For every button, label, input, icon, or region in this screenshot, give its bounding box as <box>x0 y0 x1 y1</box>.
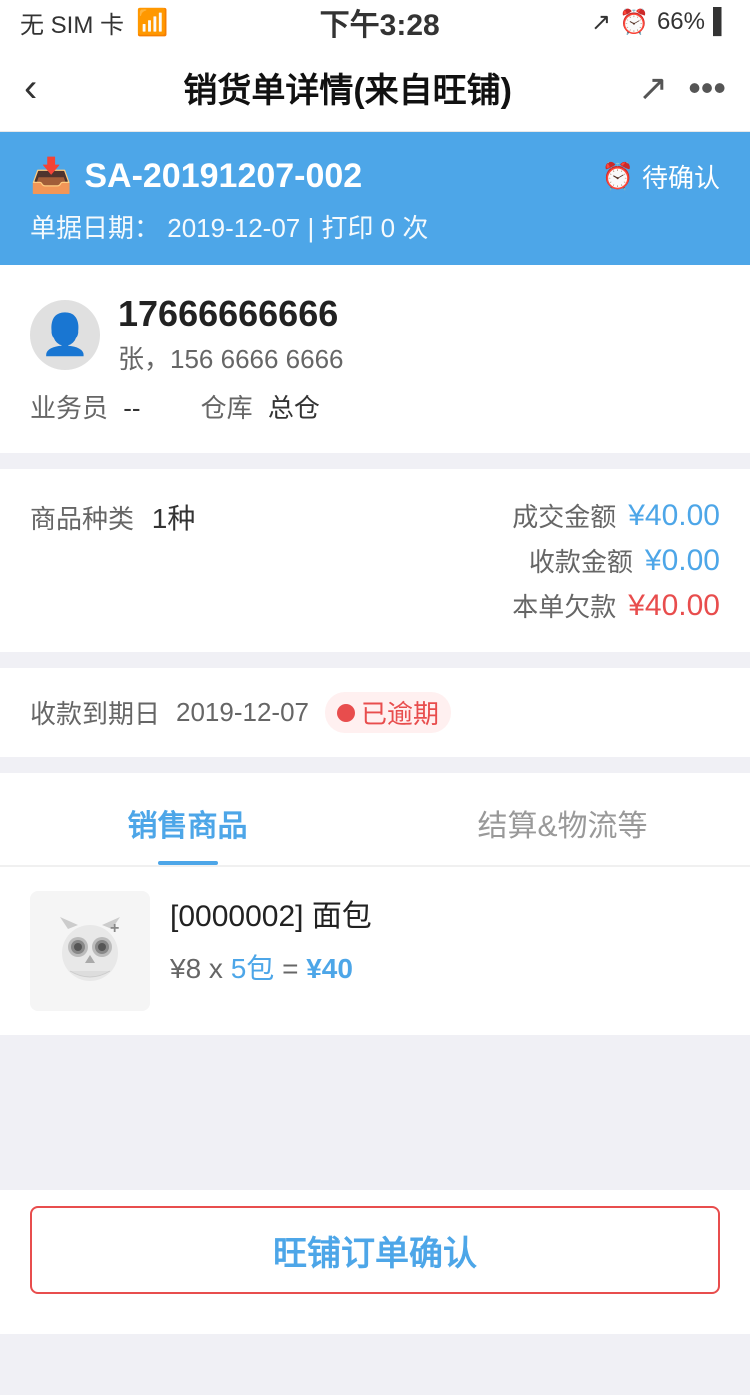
summary-right: 成交金额 ¥40.00 收款金额 ¥0.00 本单欠款 ¥40.00 <box>512 497 720 624</box>
no-sim-label: 无 SIM 卡 <box>20 5 124 40</box>
product-code: [0000002] <box>170 900 303 933</box>
customer-section: 👤 17666666666 张，156 6666 6666 业务员 -- 仓库 … <box>0 265 750 453</box>
customer-info: 17666666666 张，156 6666 6666 <box>118 293 344 376</box>
product-type-row: 商品种类 1种 <box>30 497 195 537</box>
salesperson-label: 业务员 <box>30 393 108 423</box>
order-date-value: 2019-12-07 <box>167 213 300 243</box>
customer-phone: 17666666666 <box>118 293 344 335</box>
product-equals: = <box>282 953 306 984</box>
summary-section: 商品种类 1种 成交金额 ¥40.00 收款金额 ¥0.00 本单欠款 ¥40.… <box>0 469 750 652</box>
customer-name: 张，156 6666 6666 <box>118 339 344 376</box>
salesperson-value: -- <box>123 393 140 423</box>
wifi-icon: 📶 <box>136 7 168 38</box>
product-thumbnail: + <box>30 891 150 1011</box>
received-value: ¥0.00 <box>645 544 720 578</box>
more-button[interactable]: ••• <box>688 67 726 109</box>
order-icon: 📥 <box>30 156 72 196</box>
product-name: [0000002] 面包 <box>170 891 720 935</box>
product-section: + [0000002] 面包 ¥8 x 5包 = ¥40 <box>0 867 750 1035</box>
product-type-value: 1种 <box>152 503 196 534</box>
svg-text:+: + <box>110 920 119 937</box>
warehouse-label: 仓库 <box>201 393 253 423</box>
battery-label: 66% <box>657 8 705 36</box>
bottom-bar: 旺铺订单确认 <box>0 1190 750 1334</box>
order-print-info: | 打印 0 次 <box>307 213 428 243</box>
owed-label: 本单欠款 <box>512 587 616 624</box>
order-status: ⏰ 待确认 <box>602 158 720 195</box>
product-total: ¥40 <box>306 953 353 984</box>
product-price-prefix: ¥8 x <box>170 953 231 984</box>
avatar-icon: 👤 <box>40 311 90 358</box>
avatar: 👤 <box>30 300 100 370</box>
overdue-dot-icon <box>337 704 355 722</box>
tab-settlement-logistics[interactable]: 结算&物流等 <box>375 773 750 865</box>
warehouse-item: 仓库 总仓 <box>201 388 320 425</box>
summary-left: 商品种类 1种 <box>30 497 195 537</box>
order-status-text: 待确认 <box>642 158 720 195</box>
received-label: 收款金额 <box>529 542 633 579</box>
amount-row: 成交金额 ¥40.00 <box>512 497 720 534</box>
due-date-value: 2019-12-07 <box>176 697 309 728</box>
order-id-text: SA-20191207-002 <box>84 157 362 196</box>
order-header-top: 📥 SA-20191207-002 ⏰ 待确认 <box>30 156 720 196</box>
status-right: ↗ ⏰ 66% ▌ <box>591 8 730 37</box>
amount-value: ¥40.00 <box>628 499 720 533</box>
customer-row: 👤 17666666666 张，156 6666 6666 <box>30 293 720 376</box>
confirm-order-button[interactable]: 旺铺订单确认 <box>30 1206 720 1294</box>
amount-label: 成交金额 <box>512 497 616 534</box>
salesperson-item: 业务员 -- <box>30 388 141 425</box>
order-date-row: 单据日期： 2019-12-07 | 打印 0 次 <box>30 208 720 245</box>
battery-icon: ▌ <box>713 8 730 36</box>
order-id: 📥 SA-20191207-002 <box>30 156 362 196</box>
tab-sales-products[interactable]: 销售商品 <box>0 773 375 865</box>
status-bar: 无 SIM 卡 📶 下午3:28 ↗ ⏰ 66% ▌ <box>0 0 750 44</box>
order-header-card: 📥 SA-20191207-002 ⏰ 待确认 单据日期： 2019-12-07… <box>0 132 750 265</box>
customer-meta: 业务员 -- 仓库 总仓 <box>30 388 720 425</box>
share-button[interactable]: ↗︎ <box>638 67 668 109</box>
received-row: 收款金额 ¥0.00 <box>529 542 720 579</box>
page-title: 销货单详情(来自旺铺) <box>57 63 638 112</box>
tabs-section: 销售商品 结算&物流等 <box>0 773 750 867</box>
owed-value: ¥40.00 <box>628 589 720 623</box>
nav-actions: ↗︎ ••• <box>638 67 726 109</box>
overdue-text: 已逾期 <box>361 694 439 731</box>
back-button[interactable]: ‹ <box>24 68 37 108</box>
due-section: 收款到期日 2019-12-07 已逾期 <box>0 668 750 757</box>
tabs-row: 销售商品 结算&物流等 <box>0 773 750 867</box>
location-icon: ↗ <box>591 8 611 37</box>
warehouse-value: 总仓 <box>268 393 320 423</box>
status-time: 下午3:28 <box>320 0 440 44</box>
product-price-row: ¥8 x 5包 = ¥40 <box>170 947 720 987</box>
order-date-label: 单据日期： <box>30 213 160 243</box>
status-left: 无 SIM 卡 📶 <box>20 5 168 40</box>
product-logo-icon: + <box>50 911 130 991</box>
alarm-icon: ⏰ <box>619 8 649 37</box>
clock-icon: ⏰ <box>602 161 634 192</box>
product-info: [0000002] 面包 ¥8 x 5包 = ¥40 <box>170 891 720 987</box>
overdue-badge: 已逾期 <box>325 692 451 733</box>
product-type-label: 商品种类 <box>30 504 134 534</box>
product-name-text: 面包 <box>312 900 372 933</box>
due-label: 收款到期日 <box>30 694 160 731</box>
nav-bar: ‹ 销货单详情(来自旺铺) ↗︎ ••• <box>0 44 750 132</box>
product-quantity: 5包 <box>231 953 275 984</box>
owed-row: 本单欠款 ¥40.00 <box>512 587 720 624</box>
